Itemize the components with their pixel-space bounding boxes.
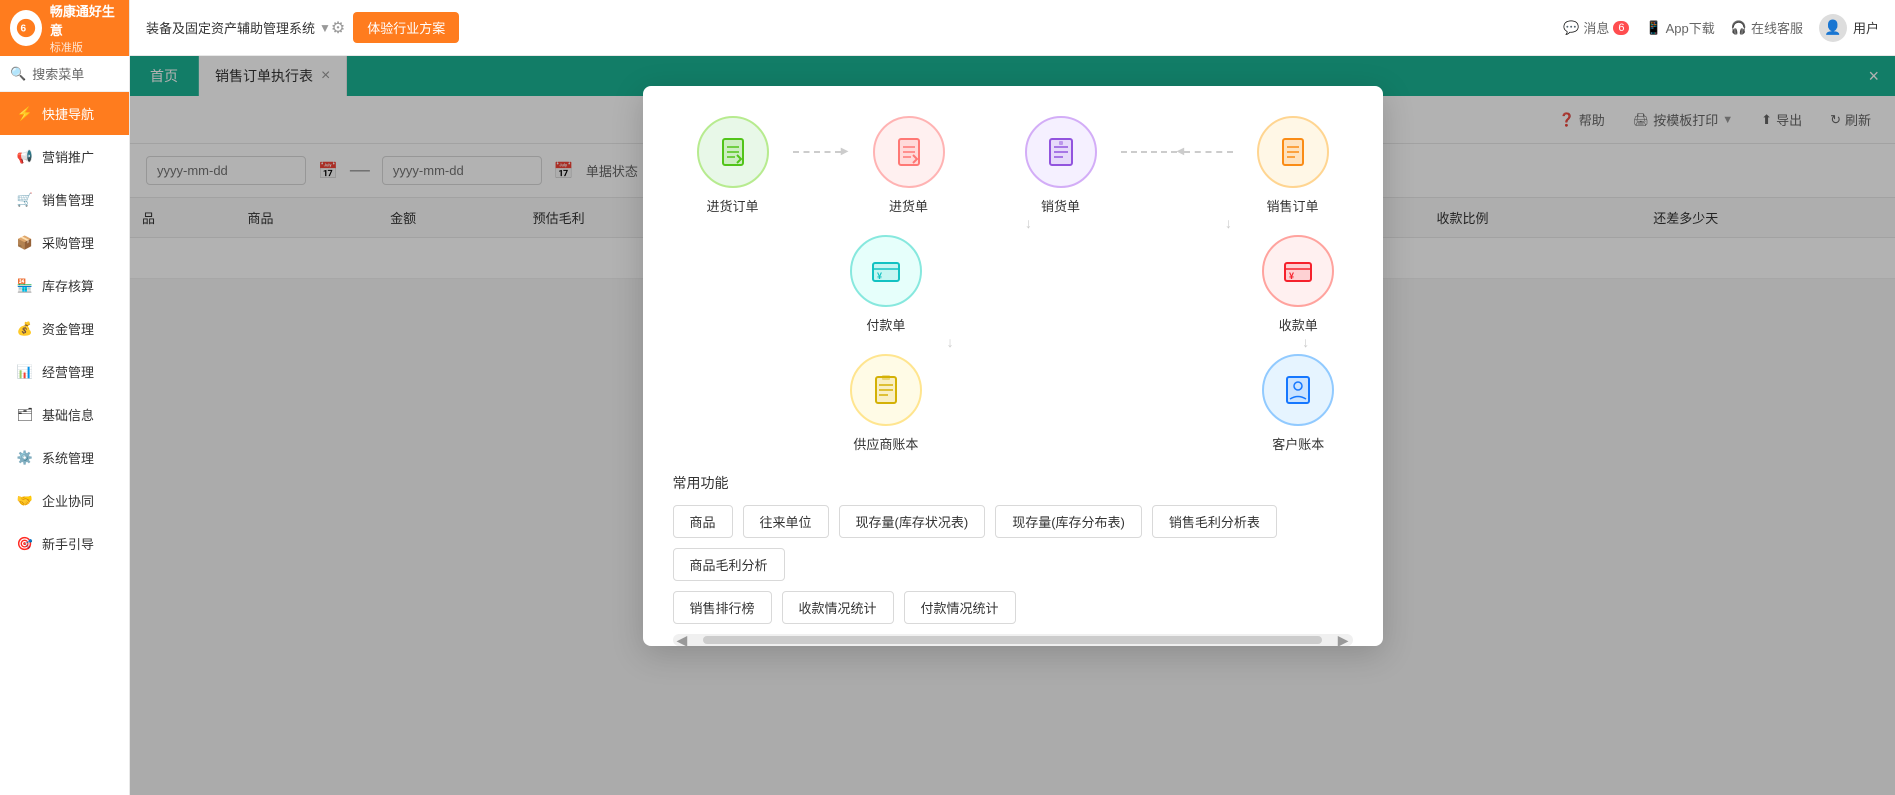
sidebar-item-purchase[interactable]: 📦 采购管理 bbox=[0, 221, 129, 264]
func-btn-payment-stats[interactable]: 付款情况统计 bbox=[904, 591, 1016, 624]
modal-overlay[interactable]: 进货订单 ▶ bbox=[130, 56, 1895, 795]
sales-order-icon[interactable] bbox=[1257, 116, 1329, 188]
online-service-button[interactable]: 🎧 在线客服 bbox=[1731, 18, 1803, 37]
svg-text:¥: ¥ bbox=[1289, 271, 1294, 281]
sidebar-item-finance[interactable]: 💰 资金管理 bbox=[0, 307, 129, 350]
svg-text:¥: ¥ bbox=[877, 271, 882, 281]
logo-text: 畅康通好生意 标准版 bbox=[50, 1, 119, 55]
user-area[interactable]: 👤 用户 bbox=[1819, 14, 1879, 42]
header: 装备及固定资产辅助管理系统 ▼ ⚙ 体验行业方案 💬 消息 6 📱 App下载 … bbox=[130, 0, 1895, 56]
flow-node-supplier-ledger[interactable]: 供应商账本 bbox=[832, 354, 941, 453]
modal-body: 进货订单 ▶ bbox=[643, 86, 1383, 646]
func-btn-product[interactable]: 商品 bbox=[673, 505, 733, 538]
purchase-bill-icon[interactable] bbox=[873, 116, 945, 188]
newbie-icon: 🎯 bbox=[16, 535, 34, 553]
header-actions: 💬 消息 6 📱 App下载 🎧 在线客服 👤 用户 bbox=[1563, 14, 1879, 42]
purchase-icon: 📦 bbox=[16, 234, 34, 252]
experience-button[interactable]: 体验行业方案 bbox=[353, 12, 459, 43]
scrollbar-left-arrow[interactable]: ◀ bbox=[677, 632, 688, 647]
customer-ledger-label: 客户账本 bbox=[1272, 434, 1324, 453]
flow-node-purchase-bill[interactable]: 进货单 bbox=[849, 116, 969, 215]
system-icon: ⚙️ bbox=[16, 449, 34, 467]
flow-node-sales-order[interactable]: 销售订单 bbox=[1233, 116, 1353, 215]
func-btn-counterpart[interactable]: 往来单位 bbox=[743, 505, 829, 538]
sidebar-nav: ⚡ 快捷导航 📢 营销推广 🛒 销售管理 📦 采购管理 🏪 库存核算 💰 资金管… bbox=[0, 92, 129, 795]
enterprise-icon: 🤝 bbox=[16, 492, 34, 510]
func-btn-row-2: 销售排行榜 收款情况统计 付款情况统计 bbox=[673, 591, 1353, 624]
app-download-button[interactable]: 📱 App下载 bbox=[1645, 18, 1714, 37]
finance-icon: 💰 bbox=[16, 320, 34, 338]
dropdown-arrow-icon: ▼ bbox=[319, 21, 331, 35]
supplier-ledger-label: 供应商账本 bbox=[853, 434, 918, 453]
sidebar-item-system[interactable]: ⚙️ 系统管理 bbox=[0, 436, 129, 479]
func-btn-row-1: 商品 往来单位 现存量(库存状况表) 现存量(库存分布表) 销售毛利分析表 商品… bbox=[673, 505, 1353, 581]
flow-node-purchase-order[interactable]: 进货订单 bbox=[673, 116, 793, 215]
func-btn-receipt-stats[interactable]: 收款情况统计 bbox=[782, 591, 894, 624]
flow-node-customer-ledger[interactable]: 客户账本 bbox=[1244, 354, 1353, 453]
scrollbar-track[interactable] bbox=[703, 636, 1321, 644]
system-title-dropdown[interactable]: 装备及固定资产辅助管理系统 ▼ bbox=[146, 18, 331, 37]
func-btn-stock-status[interactable]: 现存量(库存状况表) bbox=[839, 505, 986, 538]
func-btn-product-profit[interactable]: 商品毛利分析 bbox=[673, 548, 785, 581]
sidebar-item-newbie[interactable]: 🎯 新手引导 bbox=[0, 522, 129, 565]
func-btn-sales-rank[interactable]: 销售排行榜 bbox=[673, 591, 772, 624]
inventory-icon: 🏪 bbox=[16, 277, 34, 295]
marketing-icon: 📢 bbox=[16, 148, 34, 166]
payment-bill-label: 付款单 bbox=[866, 315, 905, 334]
purchase-order-icon[interactable] bbox=[697, 116, 769, 188]
sidebar-item-inventory[interactable]: 🏪 库存核算 bbox=[0, 264, 129, 307]
scrollbar-right-arrow[interactable]: ▶ bbox=[1338, 632, 1349, 647]
messages-button[interactable]: 💬 消息 6 bbox=[1563, 18, 1629, 37]
receipt-bill-icon[interactable]: ¥ bbox=[1262, 235, 1334, 307]
customer-ledger-icon[interactable] bbox=[1262, 354, 1334, 426]
operation-icon: 📊 bbox=[16, 363, 34, 381]
sales-bill-label: 销货单 bbox=[1041, 196, 1080, 215]
settings-gear-icon[interactable]: ⚙ bbox=[331, 18, 345, 38]
quick-nav-icon: ⚡ bbox=[16, 105, 34, 123]
purchase-order-label: 进货订单 bbox=[706, 196, 758, 215]
logo-area: 6 畅康通好生意 标准版 bbox=[0, 0, 129, 56]
service-icon: 🎧 bbox=[1731, 20, 1747, 36]
sales-bill-icon[interactable] bbox=[1025, 116, 1097, 188]
basic-info-icon: 🗂 bbox=[16, 406, 34, 424]
search-icon: 🔍 bbox=[10, 66, 26, 82]
func-btn-sales-profit[interactable]: 销售毛利分析表 bbox=[1152, 505, 1277, 538]
sidebar-item-enterprise[interactable]: 🤝 企业协同 bbox=[0, 479, 129, 522]
logo-icon: 6 bbox=[10, 10, 42, 46]
download-icon: 📱 bbox=[1645, 20, 1661, 36]
common-funcs-title: 常用功能 bbox=[673, 473, 1353, 493]
sales-icon: 🛒 bbox=[16, 191, 34, 209]
flow-node-payment-bill[interactable]: ¥ 付款单 bbox=[832, 235, 941, 334]
quick-nav-modal: 进货订单 ▶ bbox=[643, 86, 1383, 646]
message-icon: 💬 bbox=[1563, 20, 1579, 36]
sidebar-item-operation[interactable]: 📊 经营管理 bbox=[0, 350, 129, 393]
sidebar-item-sales[interactable]: 🛒 销售管理 bbox=[0, 178, 129, 221]
flow-section: 进货订单 ▶ bbox=[673, 116, 1353, 453]
supplier-ledger-icon[interactable] bbox=[850, 354, 922, 426]
sidebar-item-quick-nav[interactable]: ⚡ 快捷导航 bbox=[0, 92, 129, 135]
sales-order-label: 销售订单 bbox=[1266, 196, 1318, 215]
sidebar-item-marketing[interactable]: 📢 营销推广 bbox=[0, 135, 129, 178]
sidebar-item-basic-info[interactable]: 🗂 基础信息 bbox=[0, 393, 129, 436]
payment-bill-icon[interactable]: ¥ bbox=[850, 235, 922, 307]
svg-text:6: 6 bbox=[20, 24, 26, 35]
avatar: 👤 bbox=[1819, 14, 1847, 42]
search-menu[interactable]: 🔍 搜索菜单 bbox=[0, 56, 129, 92]
modal-scrollbar[interactable]: ◀ ▶ bbox=[673, 634, 1353, 646]
flow-node-sales-bill[interactable]: 销货单 bbox=[1001, 116, 1121, 215]
func-btn-stock-dist[interactable]: 现存量(库存分布表) bbox=[995, 505, 1142, 538]
sidebar: 6 畅康通好生意 标准版 🔍 搜索菜单 ⚡ 快捷导航 📢 营销推广 🛒 销售管理… bbox=[0, 0, 130, 795]
messages-badge: 6 bbox=[1613, 21, 1629, 35]
receipt-bill-label: 收款单 bbox=[1279, 315, 1318, 334]
common-funcs-section: 常用功能 商品 往来单位 现存量(库存状况表) 现存量(库存分布表) 销售毛利分… bbox=[673, 473, 1353, 624]
flow-node-receipt-bill[interactable]: ¥ 收款单 bbox=[1244, 235, 1353, 334]
purchase-bill-label: 进货单 bbox=[889, 196, 928, 215]
